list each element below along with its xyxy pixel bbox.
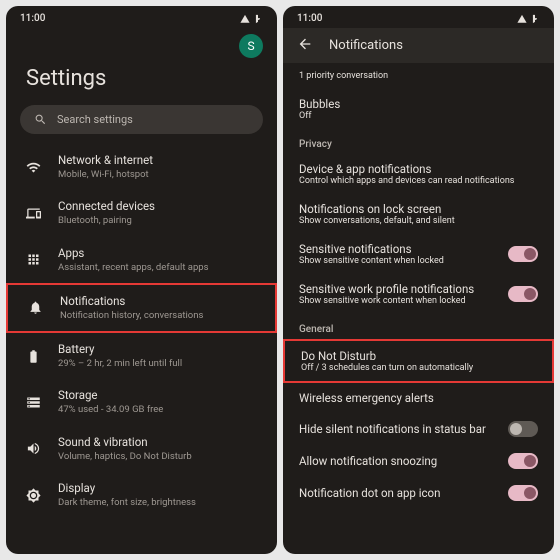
bell-icon (26, 300, 44, 315)
status-bar: 11:00 (283, 6, 554, 28)
volume-icon (24, 441, 42, 456)
avatar-row: S (6, 28, 277, 58)
row-hide-silent[interactable]: Hide silent notifications in status bar (283, 413, 554, 445)
row-sensitive[interactable]: Sensitive notificationsShow sensitive co… (283, 234, 554, 274)
status-time: 11:00 (20, 13, 45, 24)
search-icon (34, 113, 47, 126)
page-title: Settings (6, 58, 277, 105)
status-time: 11:00 (297, 13, 322, 24)
status-icons (240, 14, 263, 24)
row-wireless-alerts[interactable]: Wireless emergency alerts (283, 383, 554, 413)
avatar[interactable]: S (239, 34, 263, 58)
back-button[interactable] (297, 36, 313, 55)
apps-icon (24, 252, 42, 267)
section-general: General (283, 314, 554, 339)
row-dot[interactable]: Notification dot on app icon (283, 477, 554, 509)
row-sound[interactable]: Sound & vibrationVolume, haptics, Do Not… (6, 426, 277, 472)
storage-icon (24, 395, 42, 410)
appbar-title: Notifications (329, 38, 403, 53)
row-snoozing[interactable]: Allow notification snoozing (283, 445, 554, 477)
row-battery[interactable]: Battery29% – 2 hr, 2 min left until full (6, 333, 277, 379)
app-bar: Notifications (283, 28, 554, 63)
toggle-sensitive[interactable] (508, 246, 538, 262)
notifications-list: 1 priority conversation Bubbles Off Priv… (283, 63, 554, 554)
toggle-snoozing[interactable] (508, 453, 538, 469)
devices-icon (24, 206, 42, 221)
row-dnd[interactable]: Do Not Disturb Off / 3 schedules can tur… (283, 339, 554, 383)
settings-screen: 11:00 S Settings Search settings Network… (6, 6, 277, 554)
status-bar: 11:00 (6, 6, 277, 28)
row-connected[interactable]: Connected devicesBluetooth, pairing (6, 190, 277, 236)
search-input[interactable]: Search settings (20, 105, 263, 134)
row-device-notifications[interactable]: Device & app notifications Control which… (283, 154, 554, 194)
settings-list: Network & internetMobile, Wi-Fi, hotspot… (6, 144, 277, 554)
notifications-screen: 11:00 Notifications 1 priority conversat… (283, 6, 554, 554)
row-notifications[interactable]: NotificationsNotification history, conve… (6, 283, 277, 333)
row-priority[interactable]: 1 priority conversation (283, 63, 554, 89)
row-storage[interactable]: Storage47% used - 34.09 GB free (6, 379, 277, 425)
toggle-hide-silent[interactable] (508, 421, 538, 437)
row-sensitive-work[interactable]: Sensitive work profile notificationsShow… (283, 274, 554, 314)
section-privacy: Privacy (283, 129, 554, 154)
wifi-icon (24, 160, 42, 175)
battery-icon (24, 349, 42, 364)
brightness-icon (24, 488, 42, 503)
toggle-dot[interactable] (508, 485, 538, 501)
status-icons (517, 14, 540, 24)
toggle-sensitive-work[interactable] (508, 286, 538, 302)
search-placeholder: Search settings (57, 113, 133, 126)
row-network[interactable]: Network & internetMobile, Wi-Fi, hotspot (6, 144, 277, 190)
row-display[interactable]: DisplayDark theme, font size, brightness (6, 472, 277, 518)
row-apps[interactable]: AppsAssistant, recent apps, default apps (6, 237, 277, 283)
row-lockscreen[interactable]: Notifications on lock screen Show conver… (283, 194, 554, 234)
row-bubbles[interactable]: Bubbles Off (283, 89, 554, 129)
